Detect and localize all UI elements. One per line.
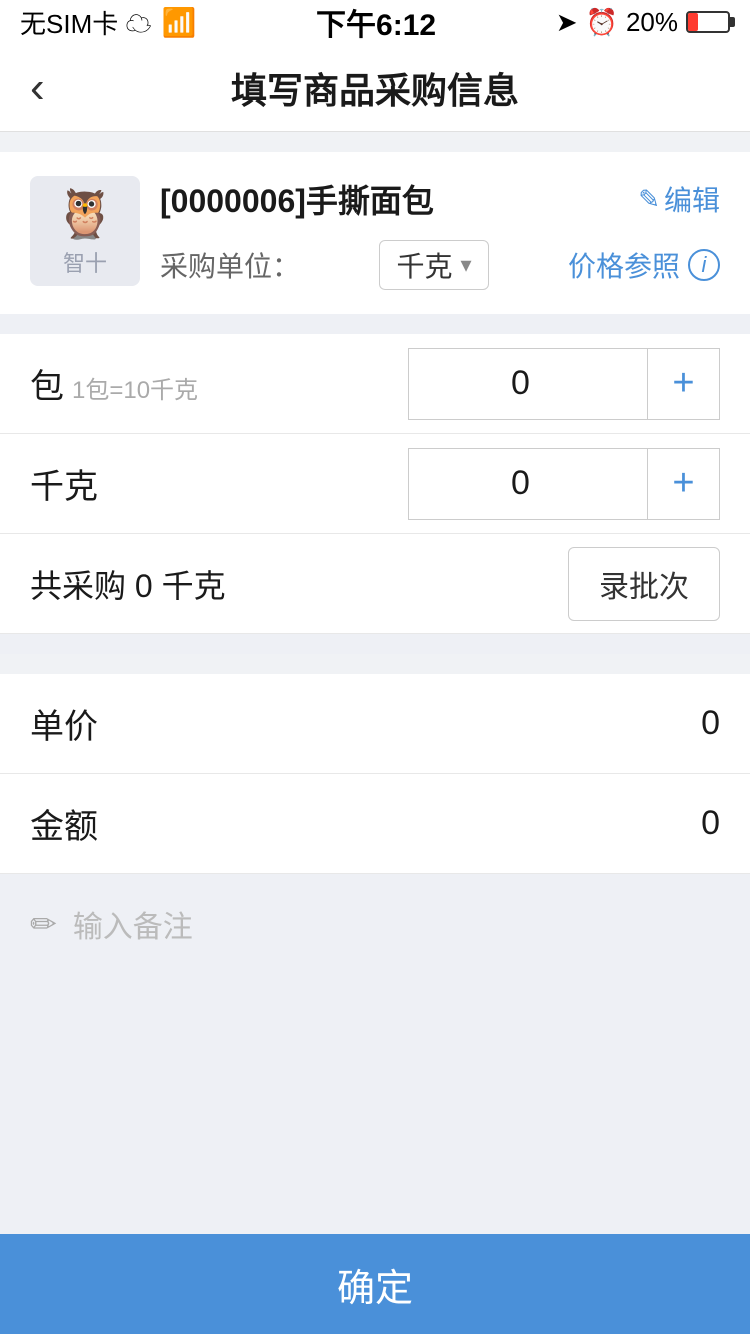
sim-label: 无SIM卡 ☁	[20, 4, 151, 41]
kg-input-wrapper: +	[408, 448, 720, 520]
edit-label: 编辑	[664, 179, 720, 219]
summary-row: 共采购 0 千克 录批次	[0, 534, 750, 634]
page-title: 填写商品采购信息	[231, 62, 519, 114]
unit-price-row: 单价 0	[0, 674, 750, 774]
pencil-icon: ✏	[30, 905, 57, 943]
bag-input-row: 包1包=10千克 +	[0, 334, 750, 434]
bag-quantity-input[interactable]	[408, 348, 648, 420]
summary-text: 共采购 0 千克	[30, 561, 568, 607]
bag-sublabel: 1包=10千克	[72, 377, 198, 404]
content-fill-area	[0, 974, 750, 1254]
price-ref-button[interactable]: 价格参照 i	[568, 245, 720, 285]
kg-quantity-input[interactable]	[408, 448, 648, 520]
product-info: [0000006]手撕面包 ✎ 编辑 采购单位： 千克 ▾ 价格参照 i	[160, 176, 720, 290]
confirm-button[interactable]: 确定	[0, 1234, 750, 1334]
price-section: 单价 0 金额 0	[0, 674, 750, 874]
unit-select-dropdown[interactable]: 千克 ▾	[379, 240, 488, 290]
nav-header: ‹ 填写商品采购信息	[0, 44, 750, 132]
unit-price-value: 0	[701, 704, 720, 743]
amount-label: 金额	[30, 799, 701, 848]
edit-icon: ✎	[638, 184, 660, 215]
product-name: [0000006]手撕面包	[160, 176, 434, 222]
amount-value: 0	[701, 804, 720, 843]
location-icon: ➤	[556, 7, 578, 38]
unit-value: 千克	[396, 245, 452, 285]
battery-percent: 20%	[626, 7, 678, 38]
note-placeholder: 输入备注	[73, 902, 193, 946]
battery-fill	[688, 13, 698, 31]
edit-button[interactable]: ✎ 编辑	[638, 179, 720, 219]
divider-band	[0, 314, 750, 334]
product-unit-row: 采购单位： 千克 ▾ 价格参照 i	[160, 240, 720, 290]
price-ref-label: 价格参照	[568, 245, 680, 285]
alarm-icon: ⏰	[586, 7, 618, 38]
kg-label: 千克	[30, 459, 408, 508]
status-left: 无SIM卡 ☁ 📶	[20, 4, 196, 41]
unit-price-label: 单价	[30, 699, 701, 748]
batch-button[interactable]: 录批次	[568, 547, 720, 621]
battery-icon	[686, 11, 730, 33]
note-section[interactable]: ✏ 输入备注	[0, 874, 750, 974]
kg-input-row: 千克 +	[0, 434, 750, 534]
product-card: 🦉 智十 [0000006]手撕面包 ✎ 编辑 采购单位： 千克 ▾ 价格参照 …	[0, 152, 750, 314]
status-time: 下午6:12	[316, 0, 436, 44]
unit-label: 采购单位：	[160, 245, 300, 285]
bag-input-wrapper: +	[408, 348, 720, 420]
product-thumb-icon: 🦉	[55, 185, 115, 242]
amount-row: 金额 0	[0, 774, 750, 874]
status-bar: 无SIM卡 ☁ 📶 下午6:12 ➤ ⏰ 20%	[0, 0, 750, 44]
input-section: 包1包=10千克 + 千克 + 共采购 0 千克 录批次	[0, 334, 750, 634]
chevron-down-icon: ▾	[460, 252, 471, 278]
wifi-icon: 📶	[161, 6, 196, 39]
bag-plus-button[interactable]: +	[648, 348, 720, 420]
back-button[interactable]: ‹	[30, 63, 45, 113]
product-thumbnail: 🦉 智十	[30, 176, 140, 286]
status-right: ➤ ⏰ 20%	[556, 7, 730, 38]
info-icon: i	[688, 249, 720, 281]
product-name-row: [0000006]手撕面包 ✎ 编辑	[160, 176, 720, 222]
product-thumb-label: 智十	[63, 246, 107, 278]
kg-plus-button[interactable]: +	[648, 448, 720, 520]
bag-label: 包1包=10千克	[30, 359, 408, 408]
divider-band-2	[0, 634, 750, 654]
